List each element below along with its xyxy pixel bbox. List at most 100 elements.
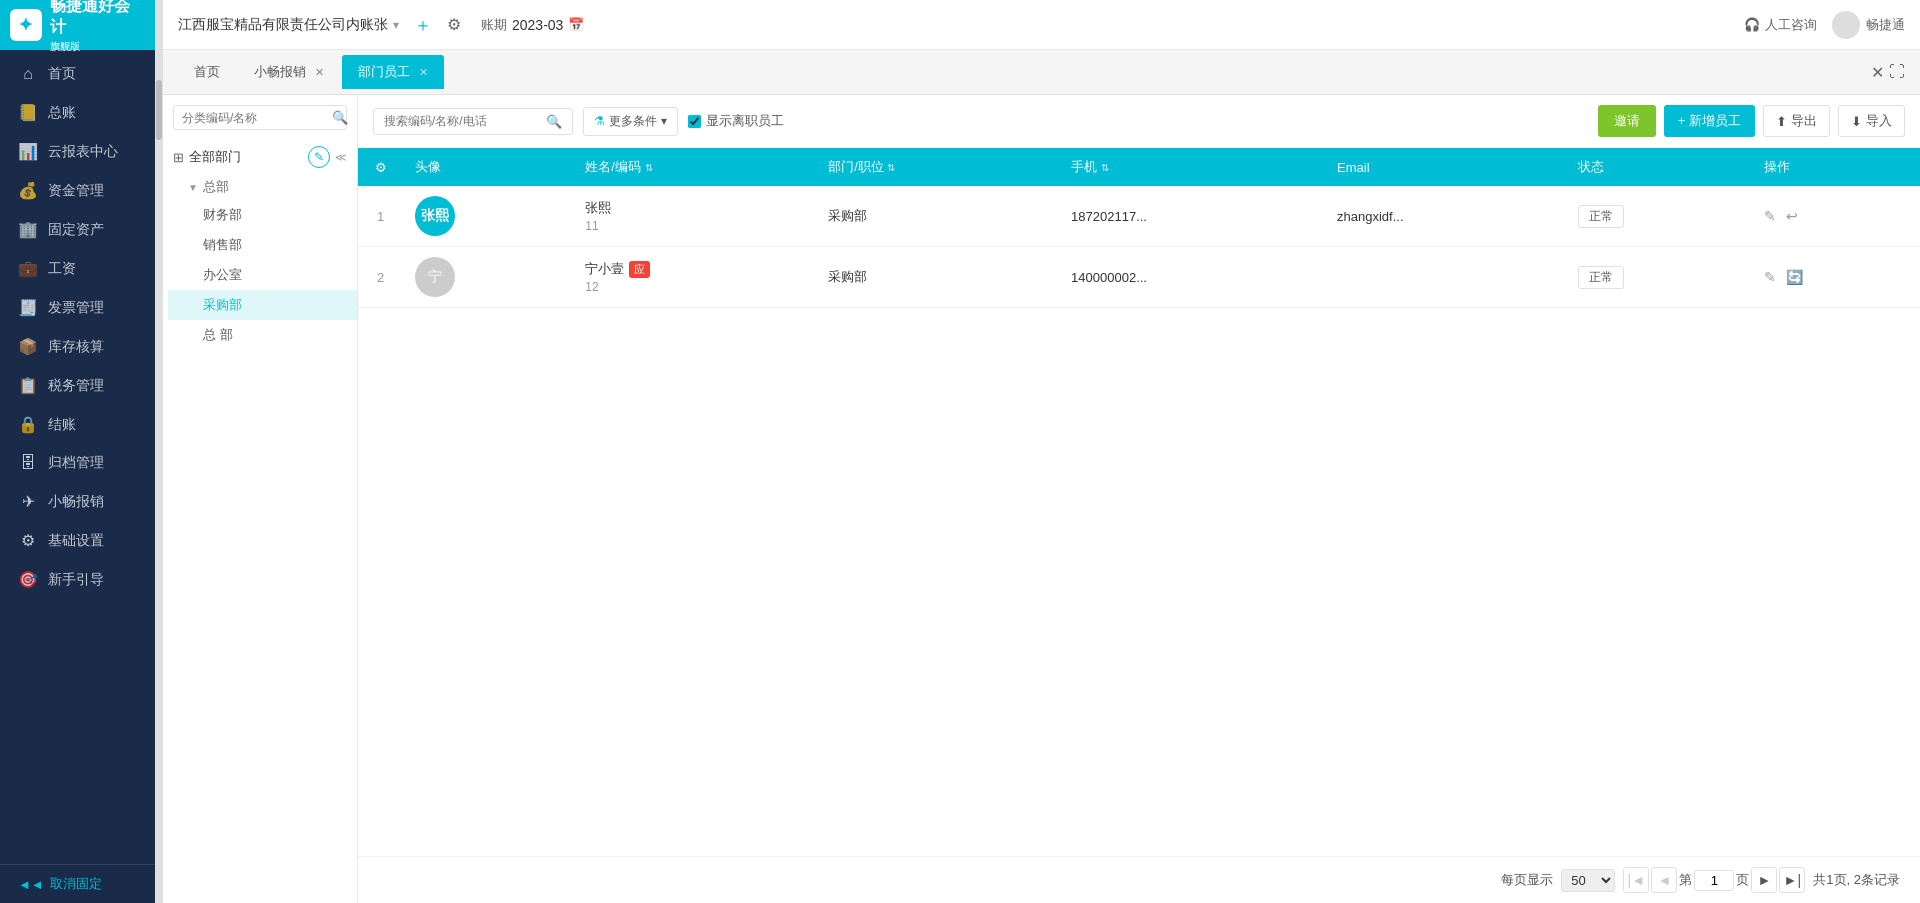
sidebar-item-expense[interactable]: ✈ 小畅报销 [0, 482, 155, 521]
tab-expense[interactable]: 小畅报销 ✕ [238, 55, 340, 89]
sidebar-item-invoice[interactable]: 🧾 发票管理 [0, 288, 155, 327]
employee-search-input[interactable] [384, 114, 546, 128]
tabbar-actions: ✕ ⛶ [1871, 63, 1905, 82]
dept-item-office[interactable]: 办公室 [168, 260, 357, 290]
col-name-code[interactable]: 姓名/编码 ⇅ [573, 148, 816, 186]
edit-button[interactable]: ✎ [1764, 269, 1776, 285]
tab-home[interactable]: 首页 [178, 55, 236, 89]
dept-item-label: 总 部 [203, 327, 233, 342]
prev-page-button[interactable]: ◄ [1651, 867, 1677, 893]
col-settings[interactable]: ⚙ [358, 148, 403, 186]
page-label: 页 [1736, 871, 1749, 889]
sidebar-item-inventory[interactable]: 📦 库存核算 [0, 327, 155, 366]
toolbar-right: 邀请 + 新增员工 ⬆ 导出 ⬇ 导入 [1598, 105, 1905, 137]
sidebar-item-tax[interactable]: 📋 税务管理 [0, 366, 155, 405]
tax-icon: 📋 [18, 376, 38, 395]
show-resigned-checkbox-area: 显示离职员工 [688, 112, 784, 130]
sidebar-item-ledger[interactable]: 📒 总账 [0, 93, 155, 132]
support-label: 人工咨询 [1765, 16, 1817, 34]
unpin-button[interactable]: ◄◄ 取消固定 [0, 864, 155, 903]
sidebar-item-archive[interactable]: 🗄 归档管理 [0, 444, 155, 482]
row-action-cell: ✎ ↩ [1752, 186, 1920, 247]
dept-item-label: 销售部 [203, 237, 242, 252]
dept-search-box[interactable]: 🔍 [173, 105, 347, 130]
topbar-right: 🎧 人工咨询 畅捷通 [1744, 11, 1905, 39]
dept-item-sales[interactable]: 销售部 [168, 230, 357, 260]
col-phone[interactable]: 手机 ⇅ [1059, 148, 1325, 186]
next-page-button[interactable]: ► [1751, 867, 1777, 893]
page-input[interactable] [1694, 870, 1734, 891]
user-menu[interactable]: 畅捷通 [1832, 11, 1905, 39]
dept-item-general[interactable]: 总 部 [168, 320, 357, 350]
ledger-icon: 📒 [18, 103, 38, 122]
invite-button[interactable]: 邀请 [1598, 105, 1656, 137]
pagination: 每页显示 50 10 20 100 |◄ ◄ 第 页 ► ►| [358, 856, 1920, 903]
filter-label: 更多条件 [609, 113, 657, 130]
app-logo: ✦ 畅捷通好会计 旗舰版 [0, 0, 155, 50]
dept-edit-button[interactable]: ✎ [308, 146, 330, 168]
dept-item-purchase[interactable]: 采购部 [168, 290, 357, 320]
add-company-button[interactable]: ＋ [414, 13, 432, 37]
export-label: 导出 [1791, 112, 1817, 130]
last-page-button[interactable]: ►| [1779, 867, 1805, 893]
support-button[interactable]: 🎧 人工咨询 [1744, 16, 1817, 34]
dept-collapse-icon[interactable]: ≪ [335, 151, 347, 164]
add-employee-button[interactable]: + 新增员工 [1664, 105, 1755, 137]
sidebar-item-salary[interactable]: 💼 工资 [0, 249, 155, 288]
show-resigned-checkbox[interactable] [688, 115, 701, 128]
employee-search-box[interactable]: 🔍 [373, 108, 573, 135]
sidebar-item-guide[interactable]: 🎯 新手引导 [0, 560, 155, 599]
employee-code: 11 [585, 219, 804, 233]
expand-tab-button[interactable]: ⛶ [1889, 63, 1905, 82]
home-icon: ⌂ [18, 65, 38, 83]
sidebar-item-reports[interactable]: 📊 云报表中心 [0, 132, 155, 171]
sidebar-scrollbar[interactable] [155, 0, 163, 903]
sidebar-item-label: 税务管理 [48, 377, 104, 395]
sidebar-item-assets[interactable]: 🏢 固定资产 [0, 210, 155, 249]
avatar: 张熙 [415, 196, 455, 236]
tab-home-label: 首页 [194, 63, 220, 81]
delete-button[interactable]: 🔄 [1786, 269, 1803, 285]
first-page-button[interactable]: |◄ [1623, 867, 1649, 893]
sidebar-item-label: 云报表中心 [48, 143, 118, 161]
employee-name: 宁小壹 [585, 260, 624, 278]
dept-item-label: 财务部 [203, 207, 242, 222]
close-dept-tab-button[interactable]: ✕ [419, 66, 428, 79]
more-filter-button[interactable]: ⚗ 更多条件 ▾ [583, 107, 678, 136]
page-size-dropdown[interactable]: 50 10 20 100 [1561, 869, 1615, 892]
row-email-cell [1325, 247, 1566, 308]
all-dept-header[interactable]: ⊞ 全部部门 ✎ ≪ [163, 140, 357, 174]
dept-item-finance[interactable]: 财务部 [168, 200, 357, 230]
row-email-cell: zhangxidf... [1325, 186, 1566, 247]
sidebar-item-home[interactable]: ⌂ 首页 [0, 55, 155, 93]
export-icon: ⬆ [1776, 114, 1787, 129]
row-status-cell: 正常 [1566, 186, 1752, 247]
company-settings-icon[interactable]: ⚙ [447, 15, 461, 34]
sidebar-item-close[interactable]: 🔒 结账 [0, 405, 155, 444]
import-button[interactable]: ⬇ 导入 [1838, 105, 1905, 137]
employee-panel: 🔍 ⚗ 更多条件 ▾ 显示离职员工 邀请 + 新增员工 ⬆ 导出 [358, 95, 1920, 903]
employee-name: 张熙 [585, 199, 804, 217]
export-button[interactable]: ⬆ 导出 [1763, 105, 1830, 137]
row-dept-cell: 采购部 [816, 247, 1059, 308]
expand-icon: ▼ [188, 182, 198, 193]
page-nav: |◄ ◄ 第 页 ► ►| [1623, 867, 1805, 893]
sidebar-item-label: 基础设置 [48, 532, 104, 550]
row-phone-cell: 187202117... [1059, 186, 1325, 247]
logout-button[interactable]: ↩ [1786, 208, 1798, 224]
period-selector[interactable]: 账期 2023-03 📅 [481, 16, 584, 34]
edit-button[interactable]: ✎ [1764, 208, 1776, 224]
col-dept-pos[interactable]: 部门/职位 ⇅ [816, 148, 1059, 186]
dept-search-input[interactable] [182, 111, 332, 125]
close-tab-button[interactable]: ✕ [1871, 63, 1884, 82]
dept-group-hq[interactable]: ▼ 总部 [168, 174, 357, 200]
sidebar-item-settings[interactable]: ⚙ 基础设置 [0, 521, 155, 560]
avatar [1832, 11, 1860, 39]
page-size-select[interactable]: 50 10 20 100 [1561, 869, 1615, 892]
company-selector[interactable]: 江西服宝精品有限责任公司内账张 ▾ [178, 16, 399, 34]
sidebar-item-label: 资金管理 [48, 182, 104, 200]
tab-dept[interactable]: 部门员工 ✕ [342, 55, 444, 89]
sidebar-item-funds[interactable]: 💰 资金管理 [0, 171, 155, 210]
close-expense-tab-button[interactable]: ✕ [315, 66, 324, 79]
page-size-label: 每页显示 [1501, 871, 1553, 889]
